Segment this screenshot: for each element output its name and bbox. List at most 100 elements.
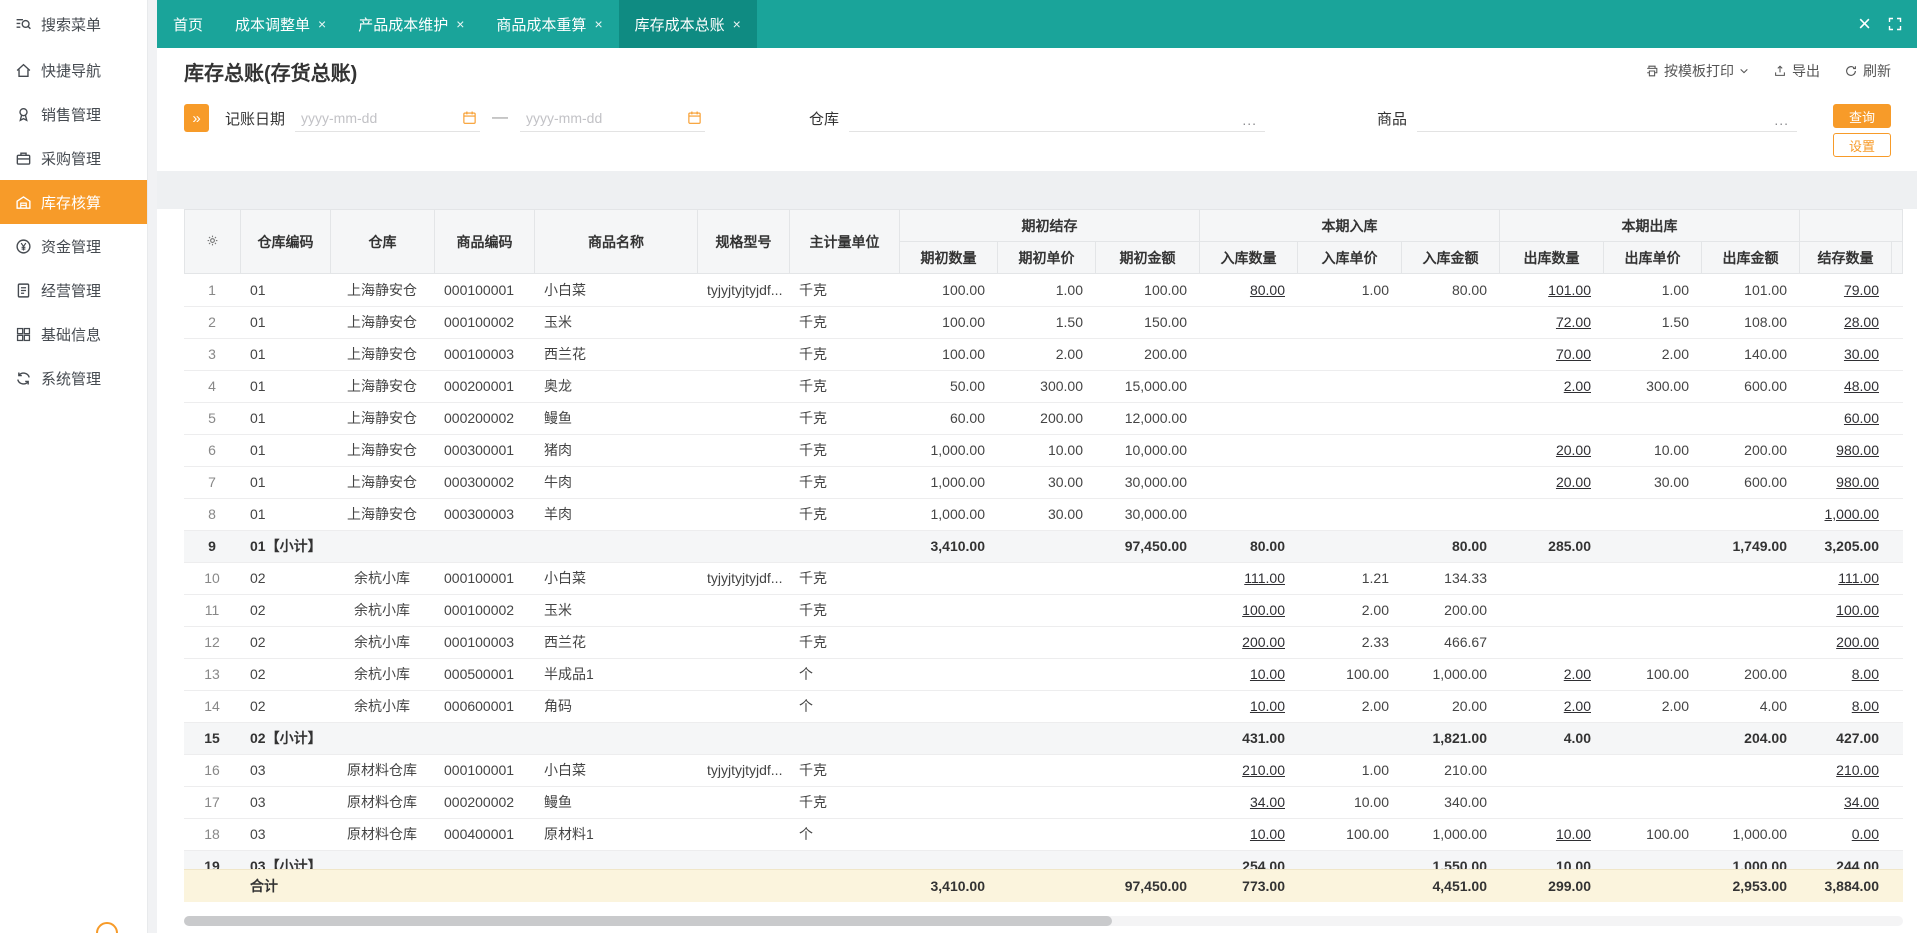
drilldown-link[interactable]: 2.00 [1564, 666, 1591, 682]
column-header[interactable]: 仓库编码 [240, 209, 331, 274]
warehouse-input[interactable]: ... [849, 104, 1266, 132]
column-header[interactable]: 商品名称 [534, 209, 698, 274]
drilldown-link[interactable]: 70.00 [1556, 346, 1591, 362]
drilldown-link[interactable]: 210.00 [1836, 762, 1879, 778]
sidebar-item-7[interactable]: 基础信息 [0, 312, 147, 356]
drilldown-link[interactable]: 100.00 [1836, 602, 1879, 618]
drilldown-link[interactable]: 48.00 [1844, 378, 1879, 394]
sidebar-item-6[interactable]: 经营管理 [0, 268, 147, 312]
settings-button[interactable]: 设置 [1833, 133, 1891, 157]
drilldown-link[interactable]: 200.00 [1836, 634, 1879, 650]
tab-close-icon[interactable]: × [456, 16, 464, 32]
close-icon[interactable]: × [1858, 13, 1871, 35]
sidebar-item-4[interactable]: 库存核算 [0, 180, 147, 224]
drilldown-link[interactable]: 60.00 [1844, 410, 1879, 426]
column-header[interactable]: 入库金额 [1401, 241, 1500, 274]
tab-3[interactable]: 商品成本重算 × [480, 0, 618, 48]
drilldown-link[interactable]: 200.00 [1242, 634, 1285, 650]
column-settings-button[interactable] [184, 209, 241, 274]
drilldown-link[interactable]: 100.00 [1242, 602, 1285, 618]
table-row[interactable]: 2 01 上海静安仓 000100002 玉米 千克 100.00 1.50 150.00 72.… [184, 306, 1903, 339]
date-end-input[interactable]: yyyy-mm-dd [520, 104, 706, 132]
picker-ellipsis[interactable]: ... [1242, 112, 1257, 128]
table-row[interactable]: 7 01 上海静安仓 000300002 牛肉 千克 1,000.00 30.00 30,000… [184, 466, 1903, 499]
subtotal-row[interactable]: 9 01【小计】 3,410.00 97,450.00 80.00 80.00 285.00… [184, 530, 1903, 563]
column-header[interactable]: 出库金额 [1701, 241, 1800, 274]
table-row[interactable]: 16 03 原材料仓库 000100001 小白菜 tyjyjtyjtyjdf... 千克 2… [184, 754, 1903, 787]
drilldown-link[interactable]: 1,000.00 [1825, 506, 1880, 522]
column-header[interactable]: 规格型号 [697, 209, 790, 274]
chevron-down-icon[interactable] [1739, 66, 1749, 76]
column-header[interactable]: 主计量单位 [789, 209, 900, 274]
table-row[interactable]: 3 01 上海静安仓 000100003 西兰花 千克 100.00 2.00 200.00 70… [184, 338, 1903, 371]
sidebar-item-1[interactable]: 快捷导航 [0, 48, 147, 92]
drilldown-link[interactable]: 2.00 [1564, 698, 1591, 714]
filter-expand-button[interactable]: » [184, 104, 209, 132]
tab-1[interactable]: 成本调整单 × [219, 0, 342, 48]
sidebar-item-2[interactable]: 销售管理 [0, 92, 147, 136]
drilldown-link[interactable]: 980.00 [1836, 474, 1879, 490]
drilldown-link[interactable]: 34.00 [1250, 794, 1285, 810]
table-row[interactable]: 11 02 余杭小库 000100002 玉米 千克 100.00 2.00 200.00 100… [184, 594, 1903, 627]
column-header[interactable]: 期初数量 [899, 241, 998, 274]
column-header[interactable]: 仓库 [330, 209, 435, 274]
table-row[interactable]: 12 02 余杭小库 000100003 西兰花 千克 200.00 2.33 466.67 20… [184, 626, 1903, 659]
horizontal-scrollbar[interactable] [184, 915, 1903, 926]
calendar-icon[interactable] [462, 110, 477, 125]
drilldown-link[interactable]: 980.00 [1836, 442, 1879, 458]
tab-2[interactable]: 产品成本维护 × [342, 0, 480, 48]
table-row[interactable]: 18 03 原材料仓库 000400001 原材料1 个 10.00 100.00 1,000.… [184, 818, 1903, 851]
table-row[interactable]: 14 02 余杭小库 000600001 角码个 10.00 2.00 20.00 2.00 2.… [184, 690, 1903, 723]
table-row[interactable]: 4 01 上海静安仓 000200001 奥龙 千克 50.00 300.00 15,000.0… [184, 370, 1903, 403]
subtotal-row[interactable]: 15 02【小计】 431.00 1,821.00 4.00 204.00 427.00 [184, 722, 1903, 755]
drilldown-link[interactable]: 2.00 [1564, 378, 1591, 394]
tab-4[interactable]: 库存成本总账 × [618, 0, 757, 48]
picker-ellipsis[interactable]: ... [1774, 112, 1789, 128]
drilldown-link[interactable]: 79.00 [1844, 282, 1879, 298]
table-row[interactable]: 10 02 余杭小库 000100001 小白菜 tyjyjtyjtyjdf... 千克 11… [184, 562, 1903, 595]
subtotal-row[interactable]: 19 03【小计】 254.00 1,550.00 10.00 1,000.00 244.0… [184, 850, 1903, 869]
column-header[interactable]: 商品编码 [434, 209, 535, 274]
drilldown-link[interactable]: 28.00 [1844, 314, 1879, 330]
scrollbar-thumb[interactable] [184, 915, 1113, 926]
table-row[interactable]: 5 01 上海静安仓 000200002 鳗鱼 千克 60.00 200.00 12,000.0… [184, 402, 1903, 435]
table-row[interactable]: 6 01 上海静安仓 000300001 猪肉 千克 1,000.00 10.00 10,000… [184, 434, 1903, 467]
tab-close-icon[interactable]: × [594, 16, 602, 32]
table-row[interactable]: 17 03 原材料仓库 000200002 鳗鱼 千克 34.00 10.00 340.00 34… [184, 786, 1903, 819]
tab-0[interactable]: 首页 [157, 0, 219, 48]
column-header[interactable]: 期初单价 [997, 241, 1096, 274]
calendar-icon[interactable] [687, 110, 702, 125]
drilldown-link[interactable]: 80.00 [1250, 282, 1285, 298]
sidebar-item-5[interactable]: 资金管理 [0, 224, 147, 268]
drilldown-link[interactable]: 34.00 [1844, 794, 1879, 810]
drilldown-link[interactable]: 10.00 [1250, 826, 1285, 842]
column-header[interactable]: 出库单价 [1603, 241, 1702, 274]
table-row[interactable]: 8 01 上海静安仓 000300003 羊肉 千克 1,000.00 30.00 30,000… [184, 498, 1903, 531]
drilldown-link[interactable]: 10.00 [1250, 666, 1285, 682]
column-header[interactable]: 出库数量 [1499, 241, 1604, 274]
query-button[interactable]: 查询 [1833, 104, 1891, 128]
drilldown-link[interactable]: 20.00 [1556, 474, 1591, 490]
drilldown-link[interactable]: 10.00 [1250, 698, 1285, 714]
date-start-input[interactable]: yyyy-mm-dd [295, 104, 481, 132]
drilldown-link[interactable]: 10.00 [1556, 826, 1591, 842]
table-row[interactable]: 1 01 上海静安仓 000100001 小白菜 tyjyjtyjtyjdf... 千克 10… [184, 274, 1903, 307]
drilldown-link[interactable]: 101.00 [1548, 282, 1591, 298]
drilldown-link[interactable]: 8.00 [1852, 698, 1879, 714]
drilldown-link[interactable]: 8.00 [1852, 666, 1879, 682]
drilldown-link[interactable]: 72.00 [1556, 314, 1591, 330]
tab-close-icon[interactable]: × [318, 16, 326, 32]
print-by-template-button[interactable]: 按模板打印 [1645, 61, 1749, 81]
tab-close-icon[interactable]: × [733, 16, 741, 32]
sidebar-item-3[interactable]: 采购管理 [0, 136, 147, 180]
drilldown-link[interactable]: 111.00 [1838, 570, 1879, 586]
product-input[interactable]: ... [1417, 104, 1798, 132]
drilldown-link[interactable]: 30.00 [1844, 346, 1879, 362]
refresh-button[interactable]: 刷新 [1844, 61, 1891, 81]
sidebar-splitter[interactable] [147, 0, 157, 933]
column-header[interactable]: 入库数量 [1199, 241, 1298, 274]
drilldown-link[interactable]: 210.00 [1242, 762, 1285, 778]
column-header[interactable]: 入库单价 [1297, 241, 1402, 274]
fullscreen-icon[interactable] [1887, 16, 1903, 32]
sidebar-item-8[interactable]: 系统管理 [0, 356, 147, 400]
